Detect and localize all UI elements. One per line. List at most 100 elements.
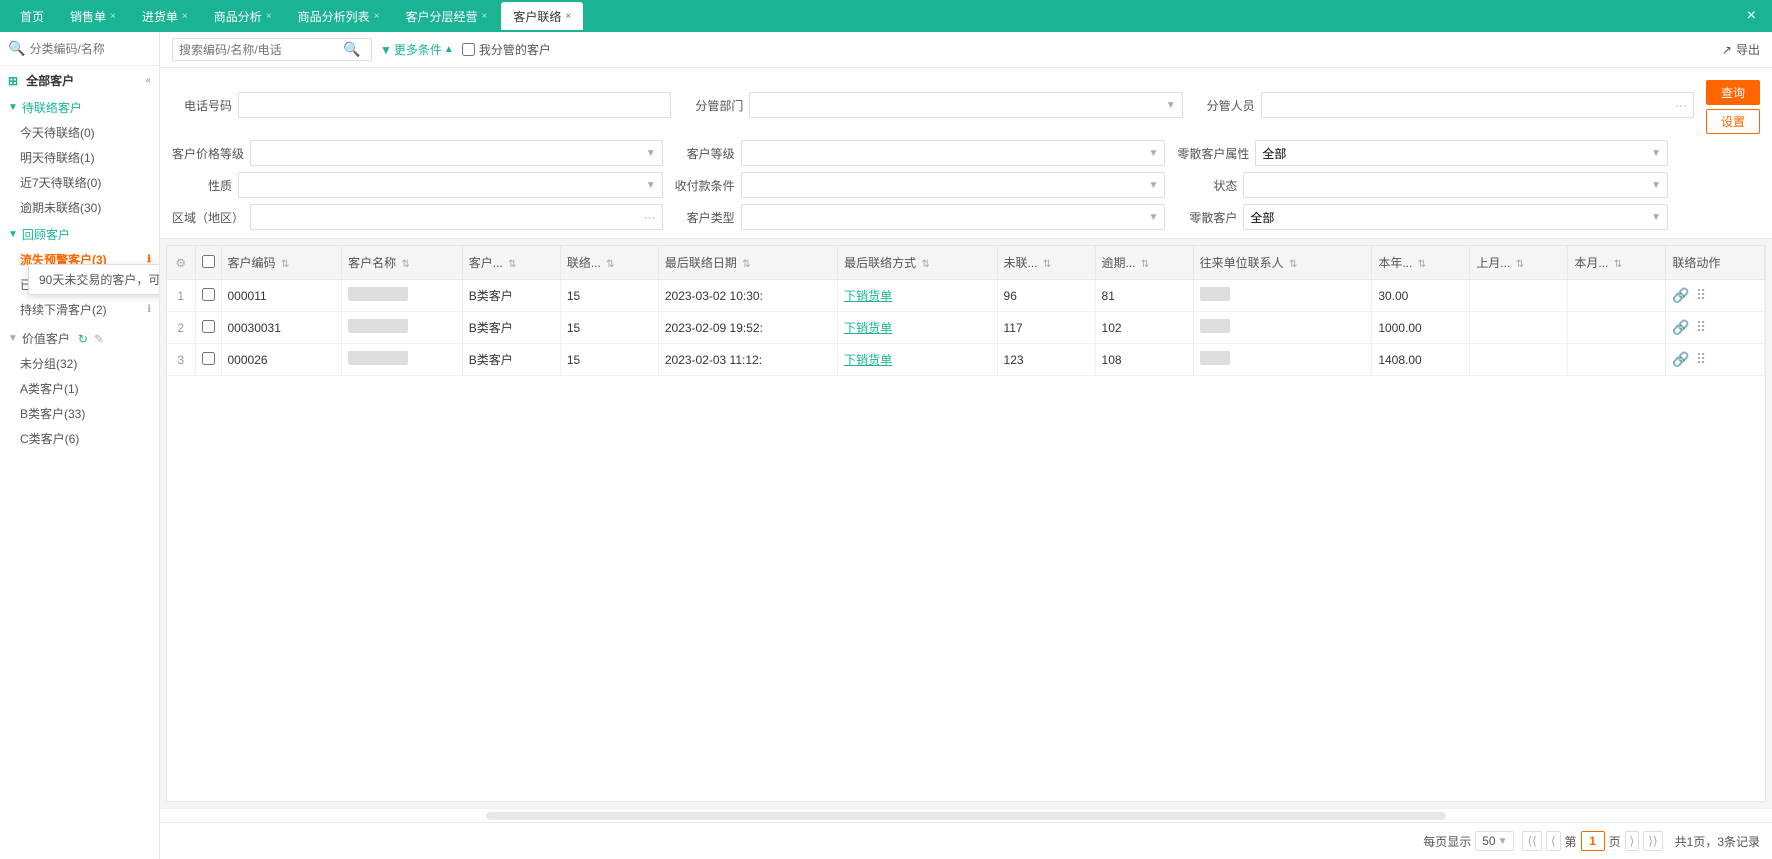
row3-link-icon[interactable]: 🔗 — [1672, 351, 1689, 368]
sidebar-group-value[interactable]: ▼ 价值客户 ↻ ✎ — [0, 326, 159, 351]
col-last-method[interactable]: 最后联络方式 ⇅ — [838, 246, 997, 280]
prev-page-btn[interactable]: ⟨ — [1546, 831, 1561, 851]
retail-attr-select[interactable]: 全部 ▼ — [1255, 140, 1668, 166]
row1-more-icon[interactable]: ⠿ — [1696, 287, 1706, 304]
nav-tab-sales[interactable]: 销售单 × — [58, 2, 128, 30]
sidebar-item-a-class[interactable]: A类客户(1) — [0, 376, 159, 401]
close-all-icon[interactable]: × — [1739, 7, 1764, 25]
collapse-sidebar-icon[interactable]: « — [145, 75, 151, 86]
row1-method-link[interactable]: 下销货单 — [844, 289, 892, 303]
row3-last-method[interactable]: 下销货单 — [838, 344, 997, 376]
payment-label: 收付款条件 — [675, 177, 735, 194]
col-not-contact[interactable]: 未联... ⇅ — [997, 246, 1095, 280]
query-button[interactable]: 查询 — [1706, 80, 1760, 105]
sidebar-item-tomorrow[interactable]: 明天待联络(1) — [0, 145, 159, 170]
row1-link-icon[interactable]: 🔗 — [1672, 287, 1689, 304]
my-customers-checkbox[interactable] — [462, 43, 475, 56]
nav-tab-purchase[interactable]: 进货单 × — [130, 2, 200, 30]
row3-name — [342, 344, 463, 376]
dept-select[interactable]: ▼ — [749, 92, 1182, 118]
nav-tab-analysis-list[interactable]: 商品分析列表 × — [286, 2, 392, 30]
select-all-checkbox[interactable] — [202, 255, 215, 268]
export-btn[interactable]: ↗ 导出 — [1722, 41, 1760, 58]
close-sales-icon[interactable]: × — [110, 11, 116, 22]
col-contact[interactable]: 联络... ⇅ — [560, 246, 658, 280]
row2-link-icon[interactable]: 🔗 — [1672, 319, 1689, 336]
row3-more-icon[interactable]: ⠿ — [1696, 351, 1706, 368]
close-customer-contact-icon[interactable]: × — [565, 11, 571, 22]
sidebar-all-customers[interactable]: ⊞ 全部客户 « — [0, 66, 159, 95]
close-analysis-list-icon[interactable]: × — [374, 11, 380, 22]
row2-last-method[interactable]: 下销货单 — [838, 312, 997, 344]
phone-input[interactable] — [238, 92, 671, 118]
row2-method-link[interactable]: 下销货单 — [844, 321, 892, 335]
row1-action-icons: 🔗 ⠿ — [1672, 287, 1758, 304]
row2-checkbox[interactable] — [202, 320, 215, 333]
search-input[interactable] — [179, 43, 339, 57]
col-type[interactable]: 客户... ⇅ — [462, 246, 560, 280]
col-last-month[interactable]: 上月... ⇅ — [1470, 246, 1568, 280]
price-tier-select[interactable]: ▼ — [250, 140, 663, 166]
first-page-btn[interactable]: ⟨⟨ — [1522, 831, 1541, 851]
sidebar-search-input[interactable] — [29, 42, 160, 56]
horizontal-scrollbar[interactable] — [160, 808, 1772, 822]
col-this-month[interactable]: 本月... ⇅ — [1568, 246, 1666, 280]
row2-code[interactable]: 00030031 — [221, 312, 342, 344]
sidebar-group-pending[interactable]: ▼ 待联络客户 — [0, 95, 159, 120]
col-settings[interactable]: ⚙ — [167, 246, 195, 280]
manager-select[interactable]: ··· — [1261, 92, 1694, 118]
close-analysis-icon[interactable]: × — [266, 11, 272, 22]
col-contact-person[interactable]: 往来单位联系人 ⇅ — [1193, 246, 1372, 280]
sidebar-group-review[interactable]: ▼ 回顾客户 — [0, 222, 159, 247]
settings-button[interactable]: 设置 — [1706, 109, 1760, 134]
nav-tab-analysis[interactable]: 商品分析 × — [202, 2, 284, 30]
status-select[interactable]: ▼ — [1243, 172, 1668, 198]
region-select[interactable]: ··· — [250, 204, 663, 230]
sidebar-item-c-class[interactable]: C类客户(6) — [0, 426, 159, 451]
row1-code[interactable]: 000011 — [221, 280, 342, 312]
row2-overdue: 102 — [1095, 312, 1193, 344]
nav-tab-home[interactable]: 首页 — [8, 2, 56, 30]
retail-select[interactable]: 全部 ▼ — [1243, 204, 1668, 230]
sidebar-item-b-class[interactable]: B类客户(33) — [0, 401, 159, 426]
col-last-date[interactable]: 最后联络日期 ⇅ — [658, 246, 837, 280]
customer-tier-select[interactable]: ▼ — [741, 140, 1166, 166]
region-dots-icon[interactable]: ··· — [644, 210, 656, 224]
col-name[interactable]: 客户名称 ⇅ — [342, 246, 463, 280]
row1-last-method[interactable]: 下销货单 — [838, 280, 997, 312]
sidebar-item-7days[interactable]: 近7天待联络(0) — [0, 170, 159, 195]
col-overdue[interactable]: 逾期... ⇅ — [1095, 246, 1193, 280]
next-page-btn[interactable]: ⟩ — [1625, 831, 1640, 851]
advanced-filter: 电话号码 分管部门 ▼ 分管人员 ··· — [160, 68, 1772, 239]
col-this-year[interactable]: 本年... ⇅ — [1372, 246, 1470, 280]
scroll-track[interactable] — [486, 812, 1446, 820]
last-page-btn[interactable]: ⟩⟩ — [1643, 831, 1662, 851]
nature-select[interactable]: ▼ — [238, 172, 663, 198]
page-size-selector[interactable]: 50 ▼ — [1475, 831, 1514, 851]
row3-checkbox[interactable] — [202, 352, 215, 365]
sidebar-item-ungroup[interactable]: 未分组(32) — [0, 351, 159, 376]
declining-info-icon: ℹ — [147, 304, 151, 315]
row3-method-link[interactable]: 下销货单 — [844, 353, 892, 367]
row2-more-icon[interactable]: ⠿ — [1696, 319, 1706, 336]
sidebar-item-declining[interactable]: 持续下滑客户(2) ℹ — [0, 297, 159, 322]
table-row: 2 00030031 B类客户 15 2023-02-09 19:52: 下销货… — [167, 312, 1765, 344]
more-conditions-btn[interactable]: ▼ 更多条件 ▲ — [380, 41, 454, 58]
nav-tab-customer-tier[interactable]: 客户分层经营 × — [393, 2, 499, 30]
sidebar-item-overdue[interactable]: 逾期未联络(30) — [0, 195, 159, 220]
ctype-select[interactable]: ▼ — [741, 204, 1166, 230]
value-edit-icon[interactable]: ✎ — [94, 332, 104, 346]
dept-chevron-icon: ▼ — [1166, 100, 1176, 111]
close-customer-tier-icon[interactable]: × — [481, 11, 487, 22]
manager-dots-icon[interactable]: ··· — [1675, 98, 1687, 112]
search-submit-icon[interactable]: 🔍 — [343, 41, 360, 58]
value-refresh-icon[interactable]: ↻ — [78, 332, 88, 346]
row2-this-year: 1000.00 — [1372, 312, 1470, 344]
nav-tab-customer-contact[interactable]: 客户联络 × — [501, 2, 583, 30]
sidebar-item-today[interactable]: 今天待联络(0) — [0, 120, 159, 145]
row1-checkbox[interactable] — [202, 288, 215, 301]
col-code[interactable]: 客户编码 ⇅ — [221, 246, 342, 280]
row3-code[interactable]: 000026 — [221, 344, 342, 376]
close-purchase-icon[interactable]: × — [182, 11, 188, 22]
payment-select[interactable]: ▼ — [741, 172, 1166, 198]
